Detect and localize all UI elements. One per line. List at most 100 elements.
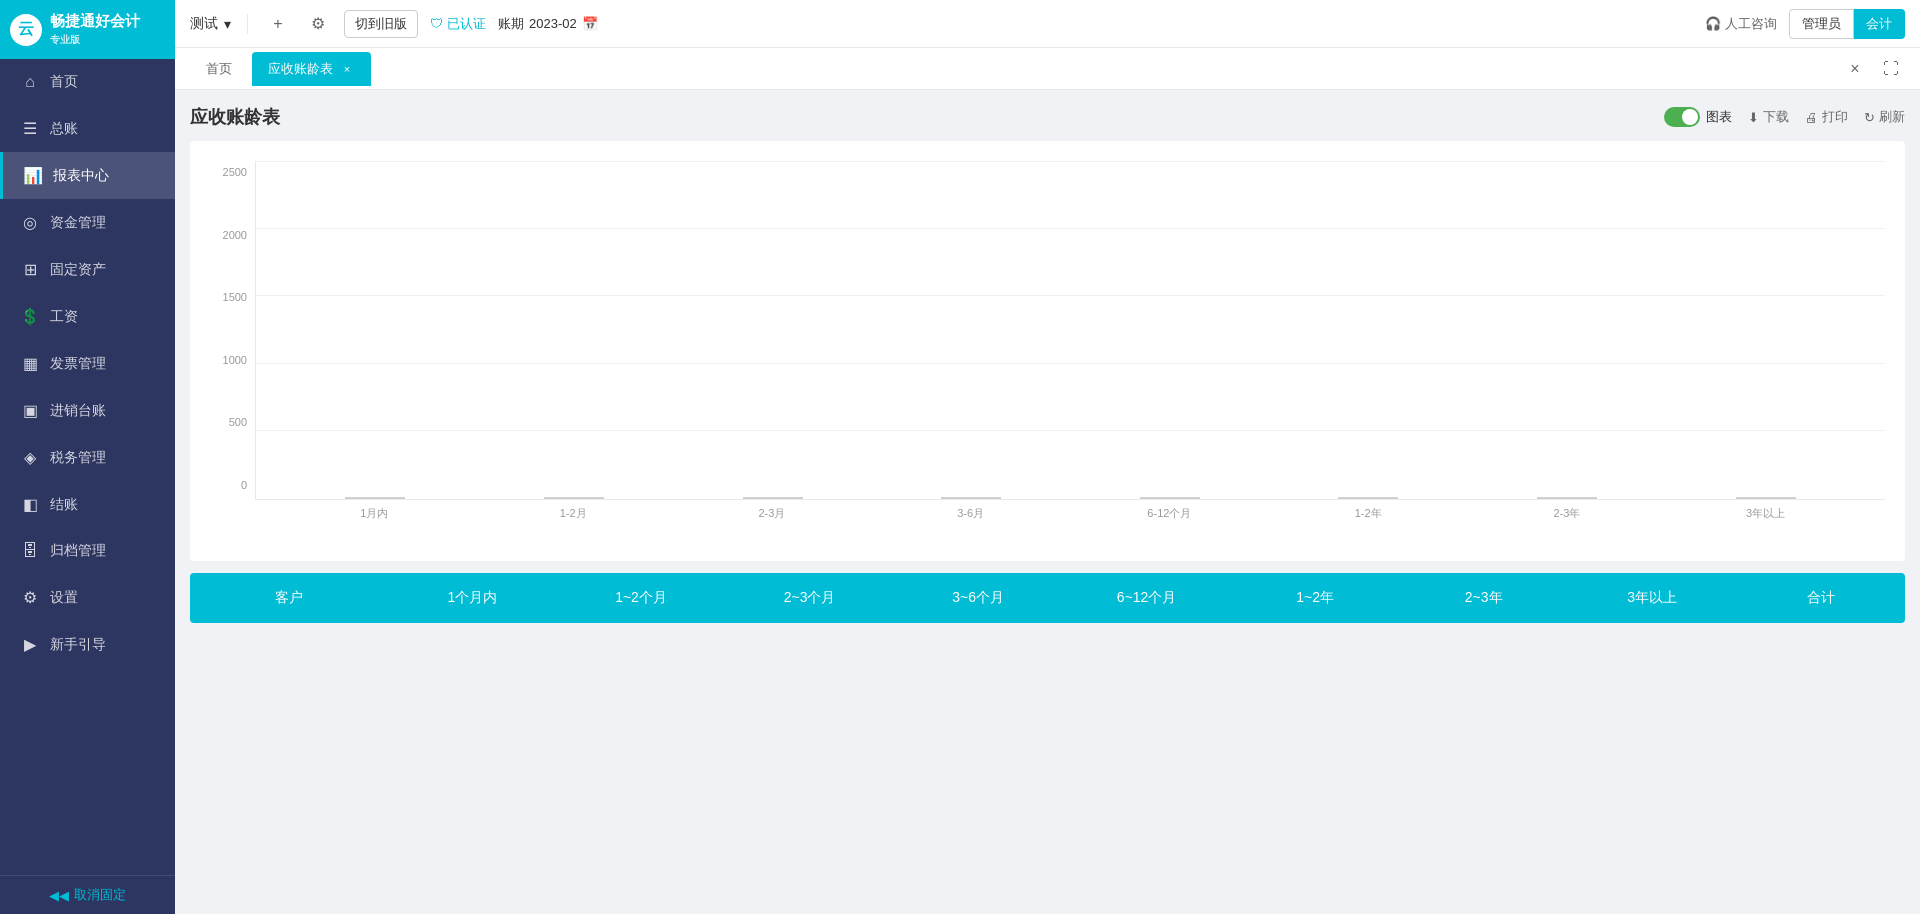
x-label-6-12m: 6-12个月 (1070, 500, 1269, 521)
sidebar-item-label: 税务管理 (50, 449, 106, 467)
grid-line-3 (256, 295, 1885, 296)
bar-3-6m (941, 497, 1001, 499)
expand-button[interactable]: ⛶ (1877, 55, 1905, 83)
toggle-switch[interactable] (1664, 107, 1700, 127)
bar-group-1-2m (475, 497, 674, 499)
tab-receivable-aging[interactable]: 应收账龄表 × (252, 52, 371, 86)
accountant-button[interactable]: 会计 (1854, 9, 1905, 39)
funds-icon: ◎ (20, 213, 40, 232)
refresh-button[interactable]: ↻ 刷新 (1864, 108, 1905, 126)
download-icon: ⬇ (1748, 110, 1759, 125)
unpin-button[interactable]: ◀◀ 取消固定 (0, 875, 175, 914)
tabbar: 首页 应收账龄表 × × ⛶ (175, 48, 1920, 90)
plus-icon: + (273, 15, 282, 33)
chart-toggle-label: 图表 (1706, 108, 1732, 126)
gear-icon: ⚙ (311, 14, 325, 33)
sidebar-item-label: 进销台账 (50, 402, 106, 420)
close-window-button[interactable]: × (1841, 55, 1869, 83)
sidebar-item-label: 归档管理 (50, 542, 106, 560)
sidebar-item-guide[interactable]: ▶ 新手引导 (0, 621, 175, 668)
certified-badge: 🛡 已认证 (430, 15, 486, 33)
switch-version-button[interactable]: 切到旧版 (344, 10, 418, 38)
archive-icon: 🗄 (20, 542, 40, 560)
calendar-icon: 📅 (582, 16, 598, 31)
x-label-1-2m: 1-2月 (474, 500, 673, 521)
sidebar-item-tax[interactable]: ◈ 税务管理 (0, 434, 175, 481)
y-label-2500: 2500 (210, 166, 255, 178)
y-label-0: 0 (210, 479, 255, 491)
bar-group-3y-plus (1666, 497, 1865, 499)
sidebar-item-reports[interactable]: 📊 报表中心 (0, 152, 175, 199)
app-name: 畅捷通好会计 (50, 12, 140, 29)
y-label-1500: 1500 (210, 291, 255, 303)
tab-close-icon[interactable]: × (339, 61, 355, 77)
bar-group-3-6m (872, 497, 1071, 499)
logo-icon: 云 (10, 14, 42, 46)
bar-2-3y (1537, 497, 1597, 499)
sidebar: 云 畅捷通好会计 专业版 ⌂ 首页 ☰ 总账 📊 报表中心 ◎ 资金管理 ⊞ 固… (0, 0, 175, 914)
chart-container: 0 500 1000 1500 2000 2500 (190, 141, 1905, 561)
print-label: 打印 (1822, 108, 1848, 126)
settings-icon: ⚙ (20, 588, 40, 607)
sidebar-item-funds[interactable]: ◎ 资金管理 (0, 199, 175, 246)
sidebar-item-salary[interactable]: 💲 工资 (0, 293, 175, 340)
x-axis-labels: 1月内 1-2月 2-3月 3-6月 6-12个月 1-2年 2-3年 3年以上 (255, 500, 1885, 521)
th-3-6m: 3~6个月 (894, 573, 1063, 623)
bar-1m (345, 497, 405, 499)
chart-body: 1月内 1-2月 2-3月 3-6月 6-12个月 1-2年 2-3年 3年以上 (255, 161, 1885, 521)
x-label-1m: 1月内 (275, 500, 474, 521)
expand-icon: ⛶ (1883, 60, 1899, 78)
closing-icon: ◧ (20, 495, 40, 514)
print-button[interactable]: 🖨 打印 (1805, 108, 1848, 126)
sidebar-item-label: 结账 (50, 496, 78, 514)
tab-label: 应收账龄表 (268, 60, 333, 78)
sidebar-item-label: 资金管理 (50, 214, 106, 232)
tax-icon: ◈ (20, 448, 40, 467)
chevron-down-icon: ▾ (224, 16, 231, 32)
project-selector[interactable]: 测试 ▾ (190, 15, 231, 33)
headset-icon: 🎧 (1705, 16, 1721, 31)
chart-toggle[interactable]: 图表 (1664, 107, 1732, 127)
y-label-2000: 2000 (210, 229, 255, 241)
bar-group-2-3m (673, 497, 872, 499)
period-display: 账期 2023-02 📅 (498, 15, 598, 33)
bar-3y-plus (1736, 497, 1796, 499)
consult-button[interactable]: 🎧 人工咨询 (1705, 15, 1777, 33)
project-name: 测试 (190, 15, 218, 33)
sidebar-item-label: 发票管理 (50, 355, 106, 373)
table-header: 客户 1个月内 1~2个月 2~3个月 3~6个月 6~12个月 1~2年 2~… (190, 573, 1905, 623)
pin-icon: ◀◀ (49, 888, 69, 903)
sidebar-item-ledger[interactable]: ☰ 总账 (0, 105, 175, 152)
y-axis: 0 500 1000 1500 2000 2500 (210, 161, 255, 521)
tab-home[interactable]: 首页 (190, 52, 248, 86)
refresh-label: 刷新 (1879, 108, 1905, 126)
sidebar-item-archive[interactable]: 🗄 归档管理 (0, 528, 175, 574)
consult-label: 人工咨询 (1725, 15, 1777, 33)
sidebar-item-invoice[interactable]: ▦ 发票管理 (0, 340, 175, 387)
sidebar-item-label: 首页 (50, 73, 78, 91)
grid-line-2 (256, 363, 1885, 364)
add-button[interactable]: + (264, 10, 292, 38)
sidebar-item-home[interactable]: ⌂ 首页 (0, 59, 175, 105)
x-label-1-2y: 1-2年 (1269, 500, 1468, 521)
app-edition: 专业版 (50, 33, 140, 47)
bar-1-2m (544, 497, 604, 499)
topbar-right: 🎧 人工咨询 管理员 会计 (1705, 9, 1905, 39)
guide-icon: ▶ (20, 635, 40, 654)
topbar: 测试 ▾ + ⚙ 切到旧版 🛡 已认证 账期 2023-02 📅 🎧 人工咨询 … (175, 0, 1920, 48)
bar-6-12m (1140, 497, 1200, 499)
unpin-label: 取消固定 (74, 886, 126, 904)
sidebar-item-purchase[interactable]: ▣ 进销台账 (0, 387, 175, 434)
sidebar-item-settings[interactable]: ⚙ 设置 (0, 574, 175, 621)
user-buttons: 管理员 会计 (1789, 9, 1905, 39)
reports-icon: 📊 (23, 166, 43, 185)
bar-2-3m (743, 497, 803, 499)
download-button[interactable]: ⬇ 下载 (1748, 108, 1789, 126)
period-value: 2023-02 (529, 16, 577, 31)
manager-button[interactable]: 管理员 (1789, 9, 1854, 39)
sidebar-item-closing[interactable]: ◧ 结账 (0, 481, 175, 528)
sidebar-item-assets[interactable]: ⊞ 固定资产 (0, 246, 175, 293)
divider (247, 14, 248, 34)
settings-button[interactable]: ⚙ (304, 10, 332, 38)
x-label-2-3m: 2-3月 (673, 500, 872, 521)
